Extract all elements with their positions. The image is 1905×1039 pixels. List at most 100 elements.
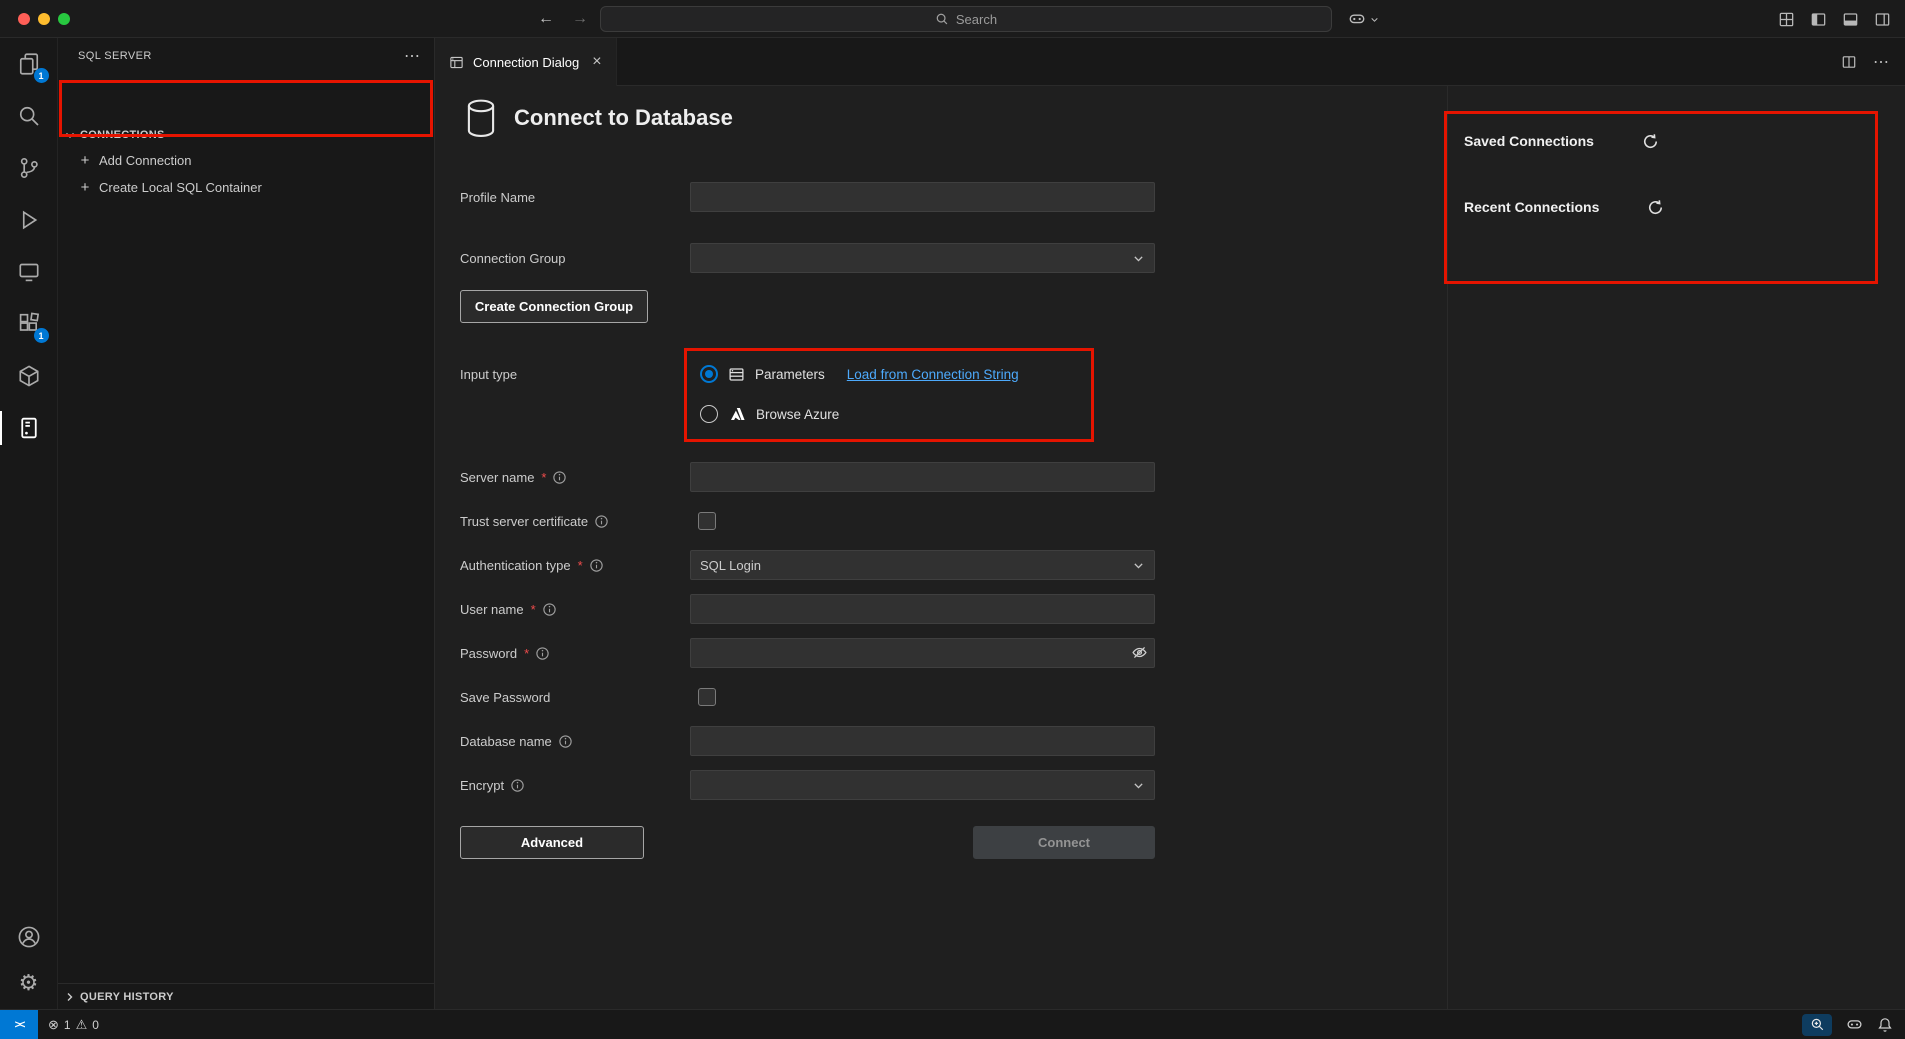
extensions-badge: 1 bbox=[34, 328, 49, 343]
encrypt-label: Encrypt bbox=[460, 778, 504, 793]
notifications-bell-icon[interactable] bbox=[1877, 1017, 1893, 1033]
encrypt-select[interactable] bbox=[690, 770, 1155, 800]
sidebar-item-containers[interactable] bbox=[0, 350, 58, 402]
more-actions-icon[interactable]: ⋯ bbox=[404, 46, 420, 66]
authentication-type-select[interactable]: SQL Login bbox=[690, 550, 1155, 580]
tab-title: Connection Dialog bbox=[473, 55, 579, 70]
copilot-menu[interactable] bbox=[1348, 0, 1379, 38]
toggle-panel-icon[interactable] bbox=[1842, 11, 1859, 28]
sidebar-header: SQL SERVER ⋯ bbox=[58, 38, 434, 74]
server-name-label: Server name bbox=[460, 470, 534, 485]
browse-azure-radio[interactable] bbox=[700, 405, 718, 423]
create-connection-group-label: Create Connection Group bbox=[475, 299, 633, 314]
remote-explorer-icon bbox=[17, 260, 41, 284]
connect-button[interactable]: Connect bbox=[973, 826, 1155, 859]
warning-count: 0 bbox=[92, 1018, 99, 1032]
customize-layout-icon[interactable] bbox=[1778, 11, 1795, 28]
save-password-label: Save Password bbox=[460, 690, 550, 705]
profile-name-input[interactable] bbox=[690, 182, 1155, 212]
copilot-status-icon[interactable] bbox=[1846, 1016, 1863, 1033]
toggle-password-visibility-icon[interactable] bbox=[1131, 644, 1148, 661]
forward-arrow-icon[interactable]: → bbox=[572, 10, 588, 28]
save-password-checkbox[interactable] bbox=[698, 688, 716, 706]
activity-bar-bottom: ⚙ bbox=[0, 913, 58, 1009]
sidebar-item-explorer[interactable]: 1 bbox=[0, 38, 58, 90]
trust-certificate-label: Trust server certificate bbox=[460, 514, 588, 529]
zoom-status-button[interactable] bbox=[1802, 1014, 1832, 1036]
refresh-icon[interactable] bbox=[1647, 199, 1664, 216]
sidebar-item-extensions[interactable]: 1 bbox=[0, 298, 58, 350]
recent-connections-label: Recent Connections bbox=[1464, 199, 1599, 215]
parameters-icon bbox=[728, 366, 745, 383]
status-bar-right bbox=[1802, 1014, 1893, 1036]
plus-icon: + bbox=[78, 179, 92, 196]
save-password-row: Save Password bbox=[460, 682, 1155, 712]
sidebar-item-source-control[interactable] bbox=[0, 142, 58, 194]
toggle-secondary-sidebar-icon[interactable] bbox=[1874, 11, 1891, 28]
chevron-right-icon bbox=[62, 989, 78, 1005]
sidebar-item-run-debug[interactable] bbox=[0, 194, 58, 246]
editor-group: Connection Dialog × ⋯ bbox=[435, 38, 1905, 1009]
settings-button[interactable]: ⚙ bbox=[0, 961, 58, 1005]
page-heading: Connect to Database bbox=[465, 98, 733, 138]
chevron-down-icon bbox=[1132, 559, 1145, 572]
profile-name-row: Profile Name bbox=[460, 182, 1155, 212]
server-name-input[interactable] bbox=[690, 462, 1155, 492]
tab-connection-dialog[interactable]: Connection Dialog × bbox=[435, 38, 617, 86]
parameters-radio[interactable] bbox=[700, 365, 718, 383]
history-navigation: ← → bbox=[538, 0, 588, 38]
user-name-input[interactable] bbox=[690, 594, 1155, 624]
password-input[interactable] bbox=[690, 638, 1155, 668]
user-name-row: User name * bbox=[460, 594, 1155, 624]
info-icon bbox=[558, 734, 573, 749]
recent-connections-header: Recent Connections bbox=[1464, 192, 1664, 222]
minimize-window-icon[interactable] bbox=[38, 13, 50, 25]
create-connection-group-button[interactable]: Create Connection Group bbox=[460, 290, 648, 323]
status-bar: >< ⊗ 1 ⚠ 0 bbox=[0, 1009, 1905, 1039]
tree-item-add-connection[interactable]: + Add Connection bbox=[58, 147, 434, 174]
password-row: Password * bbox=[460, 638, 1155, 668]
warning-icon: ⚠ bbox=[76, 1017, 88, 1033]
close-window-icon[interactable] bbox=[18, 13, 30, 25]
back-arrow-icon[interactable]: ← bbox=[538, 10, 554, 28]
toggle-primary-sidebar-icon[interactable] bbox=[1810, 11, 1827, 28]
connection-dialog-content: Connect to Database Profile Name Connect… bbox=[435, 86, 1905, 1009]
tree-item-create-local-sql-container[interactable]: + Create Local SQL Container bbox=[58, 174, 434, 201]
remote-icon: >< bbox=[15, 1019, 24, 1031]
load-from-connection-string-link[interactable]: Load from Connection String bbox=[847, 367, 1019, 382]
encrypt-row: Encrypt bbox=[460, 770, 1155, 800]
sidebar-item-sql-server[interactable] bbox=[0, 402, 58, 454]
connections-section-header[interactable]: CONNECTIONS bbox=[58, 123, 434, 147]
error-count: 1 bbox=[64, 1018, 71, 1032]
sidebar-item-remote-explorer[interactable] bbox=[0, 246, 58, 298]
advanced-button[interactable]: Advanced bbox=[460, 826, 644, 859]
more-actions-icon[interactable]: ⋯ bbox=[1873, 52, 1889, 72]
command-center-search[interactable]: Search bbox=[600, 6, 1332, 32]
connection-group-select[interactable] bbox=[690, 243, 1155, 273]
required-asterisk: * bbox=[524, 646, 529, 661]
info-icon bbox=[510, 778, 525, 793]
page-title: Connect to Database bbox=[514, 105, 733, 131]
info-icon bbox=[542, 602, 557, 617]
input-type-parameters-option: Parameters Load from Connection String bbox=[700, 356, 1019, 392]
split-editor-icon[interactable] bbox=[1841, 54, 1857, 70]
sidebar-item-search[interactable] bbox=[0, 90, 58, 142]
saved-connections-header: Saved Connections bbox=[1464, 126, 1659, 156]
trust-certificate-checkbox[interactable] bbox=[698, 512, 716, 530]
problems-status[interactable]: ⊗ 1 ⚠ 0 bbox=[48, 1017, 99, 1033]
database-name-input[interactable] bbox=[690, 726, 1155, 756]
query-history-section-header[interactable]: QUERY HISTORY bbox=[58, 983, 434, 1009]
run-debug-icon bbox=[17, 208, 41, 232]
tree-item-label: Add Connection bbox=[99, 153, 192, 168]
zoom-window-icon[interactable] bbox=[58, 13, 70, 25]
refresh-icon[interactable] bbox=[1642, 133, 1659, 150]
info-icon bbox=[589, 558, 604, 573]
source-control-icon bbox=[17, 156, 41, 180]
close-tab-icon[interactable]: × bbox=[592, 53, 601, 71]
input-type-label: Input type bbox=[460, 367, 517, 382]
chevron-down-icon bbox=[1132, 779, 1145, 792]
required-asterisk: * bbox=[531, 602, 536, 617]
remote-indicator[interactable]: >< bbox=[0, 1010, 38, 1039]
accounts-button[interactable] bbox=[0, 913, 58, 961]
database-name-row: Database name bbox=[460, 726, 1155, 756]
